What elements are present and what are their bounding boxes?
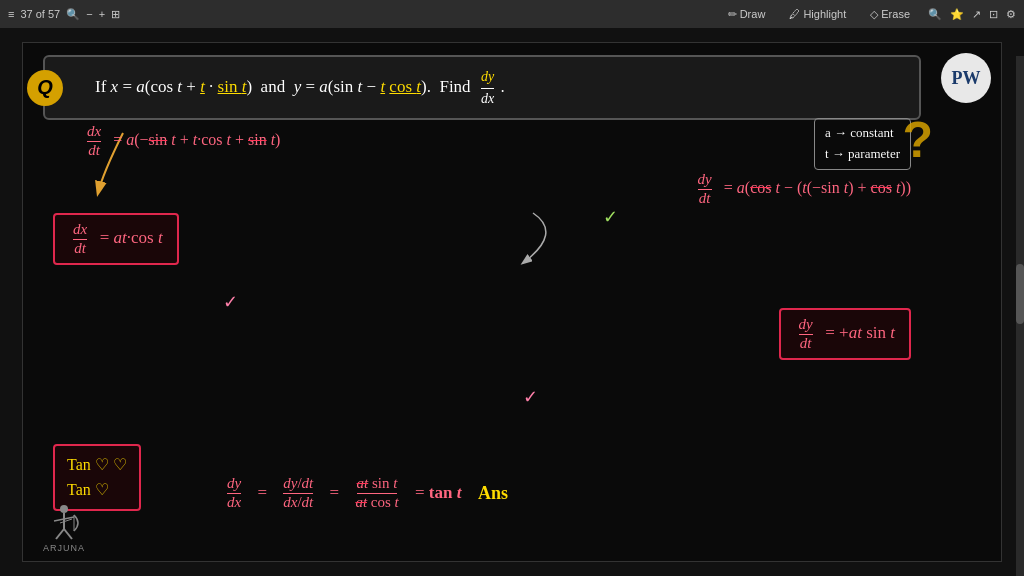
final-dy-dt: dy/dt dx/dt	[283, 475, 313, 511]
search-icon2[interactable]: 🔍	[928, 8, 942, 21]
question-text: If x = a(cos t + t · sin t) and y = a(si…	[95, 67, 505, 108]
final-dy-frac: dy dx	[227, 475, 241, 511]
dx-result-fraction: dx dt	[73, 221, 87, 257]
arjuna-logo: ARJUNA	[43, 501, 85, 553]
dy-dx-denominator: dx	[481, 89, 494, 109]
svg-text:✓: ✓	[603, 207, 618, 227]
nav-next[interactable]: +	[99, 8, 105, 20]
final-at-frac: at sin t at cos t	[355, 475, 398, 511]
math-area: ✓ ✓ ✓ dx dt	[43, 113, 931, 551]
bookmark-icon[interactable]: ⭐	[950, 8, 964, 21]
highlight-tool[interactable]: 🖊 Highlight	[783, 6, 852, 22]
tan-line1: Tan ♡ ♡	[67, 452, 127, 478]
svg-text:✓: ✓	[523, 387, 538, 407]
view-icon[interactable]: ⊞	[111, 8, 120, 21]
window-icon[interactable]: ⊡	[989, 8, 998, 21]
dy-dt-expansion: dy dt = a(cos t − (t(−sin t) + cos t))	[694, 171, 911, 207]
annotation-line1: a → constant	[825, 123, 900, 144]
toolbar-icons: 🔍 ⭐ ↗ ⊡ ⚙	[928, 8, 1016, 21]
svg-line-7	[64, 529, 72, 539]
dy-dx-fraction: dy dx	[481, 67, 494, 108]
menu-icon[interactable]: ≡	[8, 8, 14, 20]
dy-exp-fraction: dy dt	[698, 171, 712, 207]
draw-tool[interactable]: ✏ Draw	[722, 6, 772, 23]
pw-logo: PW	[941, 53, 991, 103]
page-number: 37 of 57	[20, 8, 60, 20]
erase-tool[interactable]: ◇ Erase	[864, 6, 916, 23]
question-box: Q If x = a(cos t + t · sin t) and y = a(…	[43, 55, 921, 120]
share-icon[interactable]: ↗	[972, 8, 981, 21]
scrollbar-thumb[interactable]	[1016, 264, 1024, 324]
toolbar: ≡ 37 of 57 🔍 − + ⊞ ✏ Draw 🖊 Highlight ◇ …	[0, 0, 1024, 28]
dy-dx-numerator: dy	[481, 67, 494, 89]
search-icon[interactable]: 🔍	[66, 8, 80, 21]
dx-fraction: dx dt	[87, 123, 101, 159]
slide: Q If x = a(cos t + t · sin t) and y = a(…	[22, 42, 1002, 562]
toolbar-left: ≡ 37 of 57 🔍 − + ⊞	[8, 8, 120, 21]
scrollbar[interactable]	[1016, 56, 1024, 576]
annotation-box: a → constant t → parameter	[814, 118, 911, 170]
dx-dt-expansion: dx dt = a(−sin t + t·cos t + sin t)	[83, 123, 280, 159]
main-content: Q If x = a(cos t + t · sin t) and y = a(…	[0, 28, 1024, 576]
toolbar-right: ✏ Draw 🖊 Highlight ◇ Erase 🔍 ⭐ ↗ ⊡ ⚙	[722, 6, 1016, 23]
dy-dt-result-box: dy dt = +at sin t	[779, 308, 911, 360]
svg-text:✓: ✓	[223, 292, 238, 312]
annotation-line2: t → parameter	[825, 144, 900, 165]
arjuna-label: ARJUNA	[43, 543, 85, 553]
q-label: Q	[37, 76, 53, 99]
tan-line2: Tan ♡	[67, 477, 127, 503]
settings-icon[interactable]: ⚙	[1006, 8, 1016, 21]
archer-icon	[44, 501, 84, 541]
svg-line-6	[56, 529, 64, 539]
dx-dt-result-box: dx dt = at·cos t	[53, 213, 179, 265]
q-circle: Q	[27, 70, 63, 106]
nav-prev[interactable]: −	[86, 8, 92, 20]
dy-result-fraction: dy dt	[799, 316, 813, 352]
question-mark-decoration: ?	[902, 111, 933, 169]
ans-label: Ans	[478, 483, 508, 504]
svg-point-3	[60, 505, 68, 513]
answer-line: dy dx = dy/dt dx/dt = at sin t at cos t	[223, 475, 901, 511]
